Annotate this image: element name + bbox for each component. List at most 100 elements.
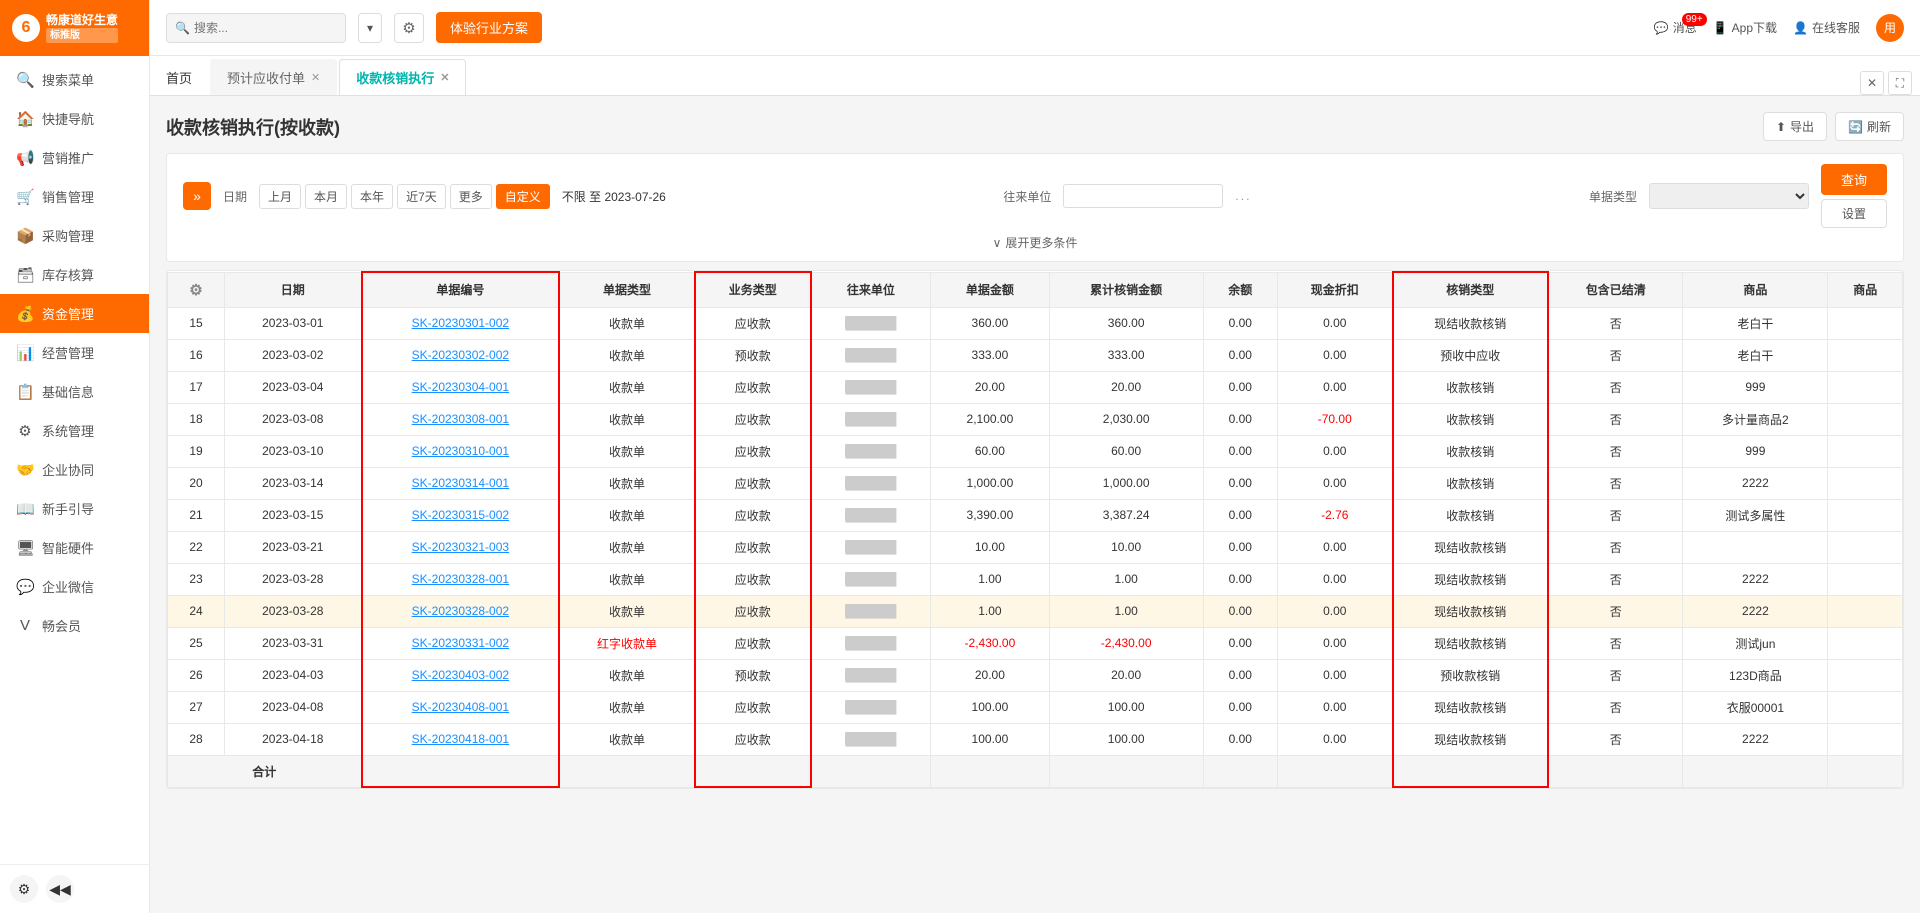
sidebar-item-quick-nav[interactable]: 🏠快捷导航 (0, 99, 149, 138)
cell-biz-type: 应收款 (695, 691, 811, 723)
user-avatar[interactable]: 用 (1876, 14, 1904, 42)
cell-bill-type: 收款单 (559, 435, 695, 467)
sidebar-item-purchase[interactable]: 📦采购管理 (0, 216, 149, 255)
cell-date: 2023-03-21 (224, 531, 361, 563)
bill-no-link[interactable]: SK-20230308-001 (412, 412, 509, 426)
cell-date: 2023-04-03 (224, 659, 361, 691)
sidebar-item-inventory[interactable]: 🗃库存核算 (0, 255, 149, 294)
bill-no-link[interactable]: SK-20230315-002 (412, 508, 509, 522)
cell-bill-type: 收款单 (559, 403, 695, 435)
more-date-btn[interactable]: 更多 (450, 184, 492, 209)
sidebar-item-member[interactable]: V畅会员 (0, 606, 149, 645)
bill-no-link[interactable]: SK-20230328-002 (412, 604, 509, 618)
cell-date: 2023-03-14 (224, 467, 361, 499)
settings-bottom-icon[interactable]: ⚙ (10, 875, 38, 903)
bill-no-link[interactable]: SK-20230408-001 (412, 700, 509, 714)
footer-cumulative (1049, 755, 1203, 787)
cell-bill-type: 收款单 (559, 339, 695, 371)
custom-date-btn[interactable]: 自定义 (496, 184, 550, 209)
collapse-icon[interactable]: ◀◀ (46, 875, 74, 903)
sidebar-item-search[interactable]: 🔍搜索菜单 (0, 60, 149, 99)
sidebar-item-sales[interactable]: 🛒销售管理 (0, 177, 149, 216)
bill-no-link[interactable]: SK-20230321-003 (412, 540, 509, 554)
export-btn[interactable]: ⬆ 导出 (1763, 112, 1827, 141)
bill-no-link[interactable]: SK-20230331-002 (412, 636, 509, 650)
gear-icon[interactable]: ⚙ (394, 13, 424, 43)
logo-icon: 6 (12, 14, 40, 42)
this-year-btn[interactable]: 本年 (351, 184, 393, 209)
sidebar-item-wechat[interactable]: 💬企业微信 (0, 567, 149, 606)
sidebar-item-guide[interactable]: 📖新手引导 (0, 489, 149, 528)
query-btn[interactable]: 查询 (1821, 164, 1887, 195)
expand-more-btn[interactable]: ∨ 展开更多条件 (993, 234, 1078, 251)
sidebar-icon-quick-nav: 🏠 (16, 110, 34, 128)
app-download-action[interactable]: 📱 App下载 (1713, 19, 1777, 36)
export-icon: ⬆ (1776, 120, 1786, 134)
cell-counterpart: ██████ (811, 435, 931, 467)
cell-balance: 0.00 (1203, 435, 1277, 467)
this-month-btn[interactable]: 本月 (305, 184, 347, 209)
tab-receipt-cancel[interactable]: 收款核销执行 ✕ (339, 59, 466, 95)
cell-included: 否 (1548, 563, 1683, 595)
bill-no-link[interactable]: SK-20230418-001 (412, 732, 509, 746)
cell-biz-type: 应收款 (695, 627, 811, 659)
cell-counterpart: ██████ (811, 595, 931, 627)
refresh-btn[interactable]: 🔄 刷新 (1835, 112, 1904, 141)
sidebar-item-base-info[interactable]: 📋基础信息 (0, 372, 149, 411)
sidebar-item-marketing[interactable]: 📢营销推广 (0, 138, 149, 177)
filter-expand-btn[interactable]: » (183, 182, 211, 210)
sidebar-label-hardware: 智能硬件 (42, 538, 94, 557)
tab-pre-receive[interactable]: 预计应收付单 ✕ (210, 59, 337, 95)
cell-balance: 0.00 (1203, 659, 1277, 691)
date-filter-btns: 上月 本月 本年 近7天 更多 自定义 (259, 184, 550, 209)
sidebar-item-corp[interactable]: 🤝企业协同 (0, 450, 149, 489)
voucher-type-select[interactable]: 收款单 红字收款单 (1649, 183, 1809, 209)
bill-no-link[interactable]: SK-20230310-001 (412, 444, 509, 458)
sidebar-item-operations[interactable]: 📊经营管理 (0, 333, 149, 372)
messages-action[interactable]: 💬 消息 99+ (1654, 19, 1697, 36)
last-month-btn[interactable]: 上月 (259, 184, 301, 209)
filter-settings-btn[interactable]: 设置 (1821, 199, 1887, 228)
bill-no-link[interactable]: SK-20230302-002 (412, 348, 509, 362)
dropdown-btn[interactable]: ▾ (358, 13, 382, 43)
cell-date: 2023-03-02 (224, 339, 361, 371)
cell-balance: 0.00 (1203, 627, 1277, 659)
cell-no: 19 (168, 435, 225, 467)
sidebar-item-finance[interactable]: 💰资金管理 (0, 294, 149, 333)
bill-no-link[interactable]: SK-20230304-001 (412, 380, 509, 394)
cell-counterpart: ██████ (811, 307, 931, 339)
online-service-action[interactable]: 👤 在线客服 (1793, 19, 1860, 36)
service-icon: 👤 (1793, 21, 1808, 35)
cell-product2 (1828, 563, 1903, 595)
cell-cash-discount: 0.00 (1278, 563, 1393, 595)
sidebar-item-system[interactable]: ⚙系统管理 (0, 411, 149, 450)
counterpart-input[interactable] (1063, 184, 1223, 208)
cell-no: 28 (168, 723, 225, 755)
pre-receive-tab-close[interactable]: ✕ (311, 71, 320, 84)
cell-bill-no: SK-20230314-001 (362, 467, 560, 499)
cell-no: 25 (168, 627, 225, 659)
search-input[interactable] (194, 21, 314, 35)
col-settings[interactable]: ⚙ (168, 272, 225, 307)
cell-product: 测试多属性 (1683, 499, 1828, 531)
sidebar-label-purchase: 采购管理 (42, 226, 94, 245)
receipt-cancel-tab-close[interactable]: ✕ (440, 71, 449, 84)
close-tab-btn[interactable]: ✕ (1860, 71, 1884, 95)
industry-btn[interactable]: 体验行业方案 (436, 12, 542, 43)
bill-no-link[interactable]: SK-20230328-001 (412, 572, 509, 586)
search-box[interactable]: 🔍 (166, 13, 346, 43)
cell-no: 17 (168, 371, 225, 403)
sidebar-item-hardware[interactable]: 🖥智能硬件 (0, 528, 149, 567)
table-row: 25 2023-03-31 SK-20230331-002 红字收款单 应收款 … (168, 627, 1903, 659)
bill-no-link[interactable]: SK-20230301-002 (412, 316, 509, 330)
cell-product2 (1828, 659, 1903, 691)
bill-no-link[interactable]: SK-20230314-001 (412, 476, 509, 490)
tab-home[interactable]: 首页 (150, 60, 208, 95)
bill-no-link[interactable]: SK-20230403-002 (412, 668, 509, 682)
footer-biz-type (695, 755, 811, 787)
last-7days-btn[interactable]: 近7天 (397, 184, 446, 209)
maximize-tab-btn[interactable]: ⛶ (1888, 71, 1912, 95)
pre-receive-tab-label: 预计应收付单 (227, 68, 305, 87)
cell-cumulative: 100.00 (1049, 723, 1203, 755)
data-table: ⚙ 日期 单据编号 单据类型 业务类型 往来单位 单据金额 累计核销金额 余额 … (167, 271, 1903, 788)
